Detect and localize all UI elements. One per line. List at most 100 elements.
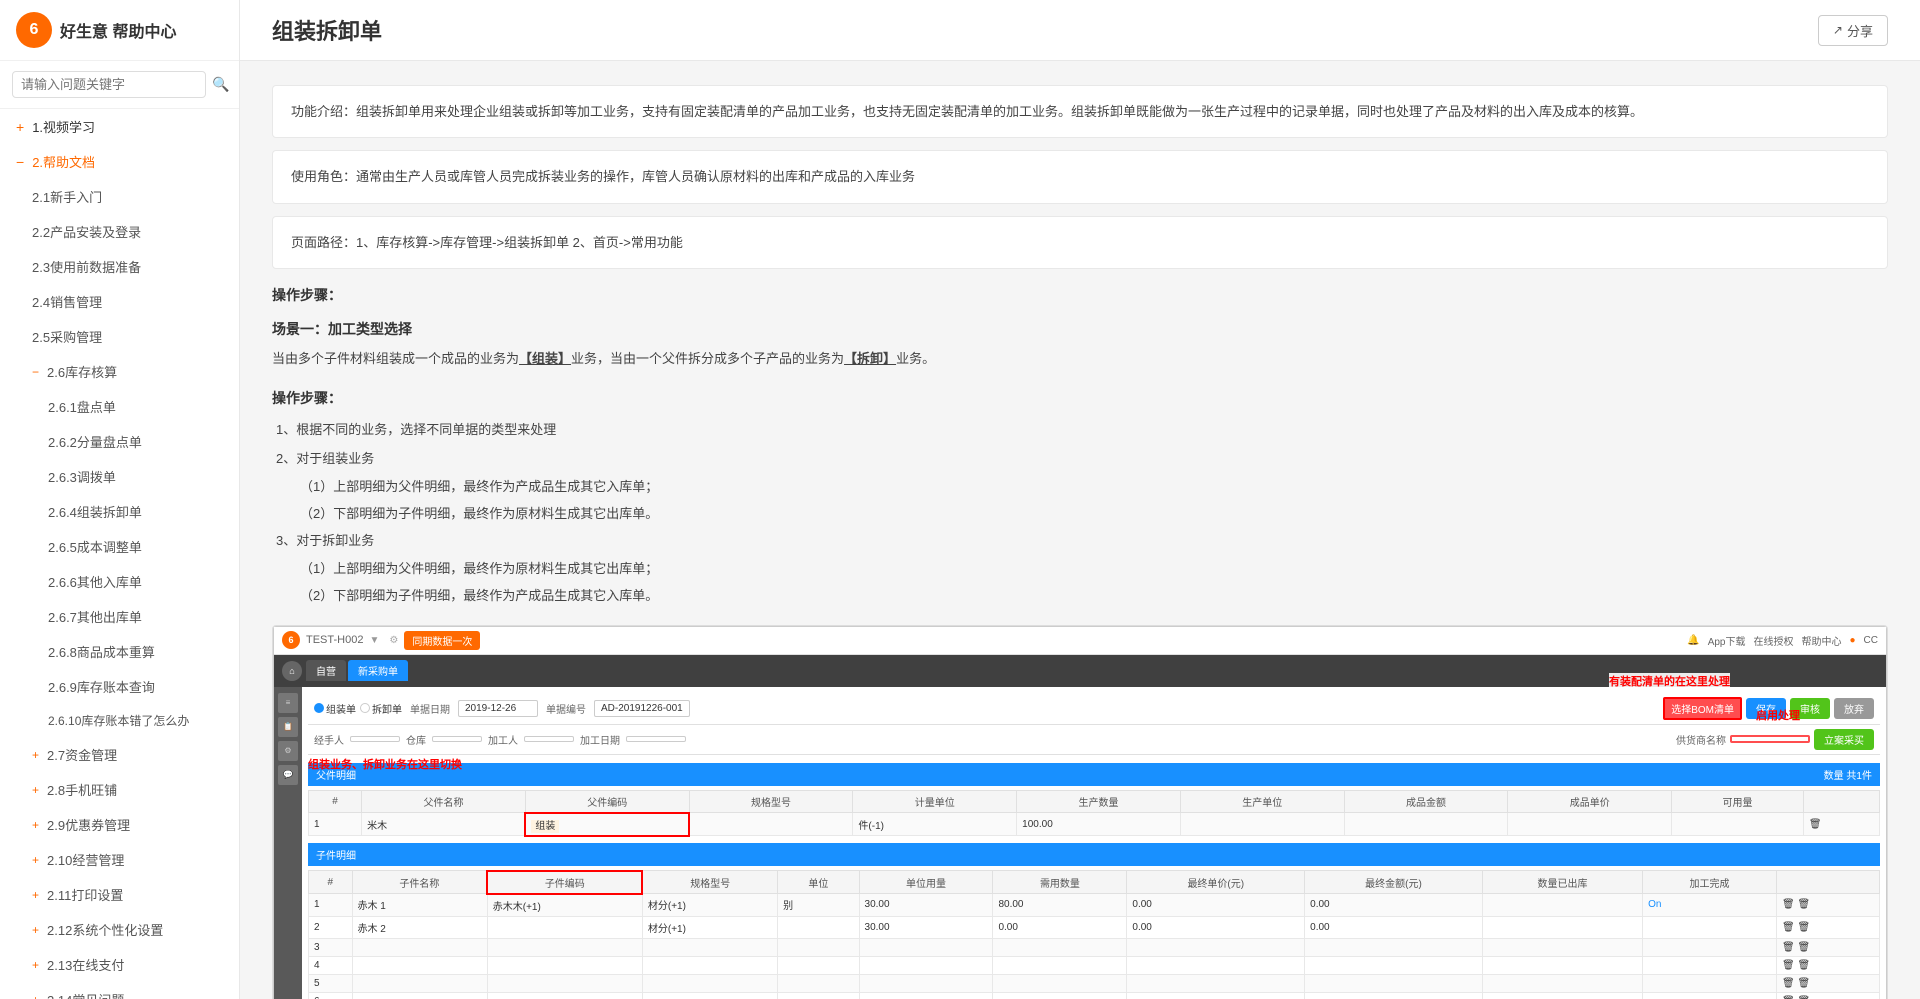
sidebar-item-2-7[interactable]: + 2.7资金管理 xyxy=(0,737,239,772)
table-row: 1 赤木 1 赤木木(+1) 材分(+1) 别 30.00 80.00 0.00… xyxy=(309,894,1880,917)
app-screenshot: 6 TEST-H002 ▼ ⚙ 同期数据一次 🔔 App下载 在线授权 帮助中心… xyxy=(273,626,1887,999)
app-sidebar-small: ≡ 📋 ⚙ 💬 xyxy=(274,687,302,999)
sidebar-item-2-14[interactable]: + 2.14常见问题 xyxy=(0,982,239,999)
app-sidebar-icon-2: 📋 xyxy=(278,717,298,737)
table-row: 2 赤木 2 材分(+1) 30.00 0.00 0.00 0.00 xyxy=(309,916,1880,938)
search-button[interactable]: 🔍 xyxy=(212,76,229,93)
warehouse-input[interactable] xyxy=(432,736,482,742)
annotation-2: 组装业务、拆卸业务在这里切换 xyxy=(308,756,462,772)
sidebar-item-2[interactable]: − 2.帮助文档 xyxy=(0,144,239,179)
sidebar-item-2-6-10[interactable]: 2.6.10库存账本错了怎么办 xyxy=(0,704,239,737)
sidebar-item-2-9[interactable]: + 2.9优惠券管理 xyxy=(0,807,239,842)
sidebar-item-2-6-1[interactable]: 2.6.1盘点单 xyxy=(0,389,239,424)
sidebar-item-2-6-5[interactable]: 2.6.5成本调整单 xyxy=(0,529,239,564)
sidebar-item-2-6-3[interactable]: 2.6.3调拨单 xyxy=(0,459,239,494)
step-3: 3、对于拆卸业务 xyxy=(276,529,1888,554)
top-table-header: 父件明细 数量 共1件 xyxy=(308,763,1880,786)
app-topbar-right: 🔔 App下载 在线授权 帮助中心 ● CC xyxy=(1687,633,1878,648)
sidebar-item-2-12[interactable]: + 2.12系统个性化设置 xyxy=(0,912,239,947)
table-row: 5 🗑 🗑 xyxy=(309,974,1880,992)
parent-code-cell: 组装 xyxy=(525,813,689,836)
step-2-sub-2: （2）下部明细为子件明细，最终作为原材料生成其它出库单。 xyxy=(276,502,1888,527)
sidebar-item-1[interactable]: + 1.视频学习 xyxy=(0,109,239,144)
type-radio-1[interactable]: 组装单 xyxy=(314,701,356,716)
scenario1-steps-title: 操作步骤： xyxy=(272,388,1888,408)
sidebar-item-2-8[interactable]: + 2.8手机旺铺 xyxy=(0,772,239,807)
form-no-input[interactable]: AD-20191226-001 xyxy=(594,700,690,717)
app-cancel-btn[interactable]: 放弃 xyxy=(1834,698,1874,719)
role-text: 使用角色：通常由生产人员或库管人员完成拆装业务的操作，库管人员确认原材料的出库和… xyxy=(291,169,915,184)
app-logo: 6 xyxy=(16,12,52,48)
step-list: 1、根据不同的业务，选择不同单据的类型来处理 2、对于组装业务 （1）上部明细为… xyxy=(272,418,1888,609)
parent-table: # 父件名称 父件编码 规格型号 计量单位 生产数量 生产单位 成品金额 成品单… xyxy=(308,790,1880,837)
sidebar-item-2-2[interactable]: 2.2产品安装及登录 xyxy=(0,214,239,249)
form-date-input[interactable]: 2019-12-26 xyxy=(458,700,538,717)
sidebar-item-2-3[interactable]: 2.3使用前数据准备 xyxy=(0,249,239,284)
sidebar-item-2-4[interactable]: 2.4销售管理 xyxy=(0,284,239,319)
expand-icon-1: + xyxy=(16,119,24,135)
sidebar-item-2-11[interactable]: + 2.11打印设置 xyxy=(0,877,239,912)
sidebar-item-2-6[interactable]: − 2.6库存核算 xyxy=(0,354,239,389)
main-header: 组装拆卸单 ↗ 分享 xyxy=(240,0,1920,61)
sidebar-item-2-6-6[interactable]: 2.6.6其他入库单 xyxy=(0,564,239,599)
sidebar-item-2-13[interactable]: + 2.13在线支付 xyxy=(0,947,239,982)
sidebar-item-2-5[interactable]: 2.5采购管理 xyxy=(0,319,239,354)
app-topbar-btn[interactable]: 同期数据一次 xyxy=(404,631,480,650)
child-table: # 子件名称 子件编码 规格型号 单位 单位用量 需用数量 最终单价(元) 最终… xyxy=(308,870,1880,999)
main-content: 功能介绍：组装拆卸单用来处理企业组装或拆卸等加工业务，支持有固定装配清单的产品加… xyxy=(240,61,1920,999)
intro-section: 功能介绍：组装拆卸单用来处理企业组装或拆卸等加工业务，支持有固定装配清单的产品加… xyxy=(272,85,1888,138)
sidebar-item-2-6-9[interactable]: 2.6.9库存账本查询 xyxy=(0,669,239,704)
sidebar-header: 6 好生意 帮助中心 xyxy=(0,0,239,61)
page-title: 组装拆卸单 xyxy=(272,14,382,46)
search-input[interactable] xyxy=(12,71,206,98)
form-row-2: 经手人 仓库 加工人 加工日期 供货商名称 立案采买 xyxy=(308,725,1880,755)
app-topbar: 6 TEST-H002 ▼ ⚙ 同期数据一次 🔔 App下载 在线授权 帮助中心… xyxy=(274,627,1886,655)
confirm-btn[interactable]: 立案采买 xyxy=(1814,729,1874,750)
sidebar-item-2-6-4[interactable]: 2.6.4组装拆卸单 xyxy=(0,494,239,529)
bom-btn[interactable]: 选择BOM清单 xyxy=(1663,697,1742,720)
step-2-sub-1: （1）上部明细为父件明细，最终作为产成品生成其它入库单； xyxy=(276,475,1888,500)
annotation-3: 启用处理 xyxy=(1756,707,1800,723)
app-nav-tab-1[interactable]: 自营 xyxy=(306,660,346,681)
share-icon: ↗ xyxy=(1833,23,1843,37)
app-nav-tab-2[interactable]: 新采购单 xyxy=(348,660,408,681)
steps-main-title: 操作步骤： xyxy=(272,285,1888,305)
sidebar-item-2-6-7[interactable]: 2.6.7其他出库单 xyxy=(0,599,239,634)
app-logo-small: 6 xyxy=(282,631,300,649)
sidebar-item-2-1[interactable]: 2.1新手入门 xyxy=(0,179,239,214)
sidebar: 6 好生意 帮助中心 🔍 + 1.视频学习 − 2.帮助文档 2.1新手入门 2… xyxy=(0,0,240,999)
sidebar-item-2-6-2[interactable]: 2.6.2分量盘点单 xyxy=(0,424,239,459)
table-row: 6 🗑 🗑 xyxy=(309,992,1880,999)
step-2: 2、对于组装业务 xyxy=(276,447,1888,472)
step-1: 1、根据不同的业务，选择不同单据的类型来处理 xyxy=(276,418,1888,443)
sub-table-header: 子件明细 xyxy=(308,843,1880,866)
step-3-sub-1: （1）上部明细为父件明细，最终作为原材料生成其它出库单； xyxy=(276,557,1888,582)
type-radio-2[interactable]: 拆卸单 xyxy=(360,701,402,716)
collapse-icon-2: − xyxy=(16,154,24,170)
app-form-area: 组装单 拆卸单 单据日期 2019-12-26 单据编号 AD-20191226… xyxy=(302,687,1886,999)
handler-input[interactable] xyxy=(350,736,400,742)
step-3-sub-2: （2）下部明细为子件明细，最终作为产成品生成其它入库单。 xyxy=(276,584,1888,609)
app-nav-home-icon: ⌂ xyxy=(282,661,302,681)
app-screenshot-container: 6 TEST-H002 ▼ ⚙ 同期数据一次 🔔 App下载 在线授权 帮助中心… xyxy=(272,625,1888,999)
table-row: 3 xyxy=(309,938,1880,956)
intro-text: 功能介绍：组装拆卸单用来处理企业组装或拆卸等加工业务，支持有固定装配清单的产品加… xyxy=(291,104,1643,119)
role-section: 使用角色：通常由生产人员或库管人员完成拆装业务的操作，库管人员确认原材料的出库和… xyxy=(272,150,1888,203)
supplier-input[interactable] xyxy=(1730,735,1810,743)
worker-input[interactable] xyxy=(524,736,574,742)
main-area: 组装拆卸单 ↗ 分享 功能介绍：组装拆卸单用来处理企业组装或拆卸等加工业务，支持… xyxy=(240,0,1920,999)
annotation-1: 有装配清单的在这里处理 xyxy=(1609,673,1730,689)
share-button[interactable]: ↗ 分享 xyxy=(1818,15,1888,46)
path-section: 页面路径：1、库存核算->库存管理->组装拆卸单 2、首页->常用功能 xyxy=(272,216,1888,269)
sidebar-item-2-10[interactable]: + 2.10经营管理 xyxy=(0,842,239,877)
scenario1-title: 场景一：加工类型选择 xyxy=(272,319,1888,339)
app-body: ≡ 📋 ⚙ 💬 组装单 xyxy=(274,687,1886,999)
work-date-input[interactable] xyxy=(626,736,686,742)
sidebar-item-2-6-8[interactable]: 2.6.8商品成本重算 xyxy=(0,634,239,669)
app-sidebar-icon-1: ≡ xyxy=(278,693,298,713)
app-sidebar-icon-4: 💬 xyxy=(278,765,298,785)
table-row: 1 米木 组装 件(-1) 100.00 xyxy=(309,813,1880,836)
table-row: 4 🗑 🗑 xyxy=(309,956,1880,974)
search-box: 🔍 xyxy=(0,61,239,109)
app-title: 好生意 帮助中心 xyxy=(60,18,176,42)
